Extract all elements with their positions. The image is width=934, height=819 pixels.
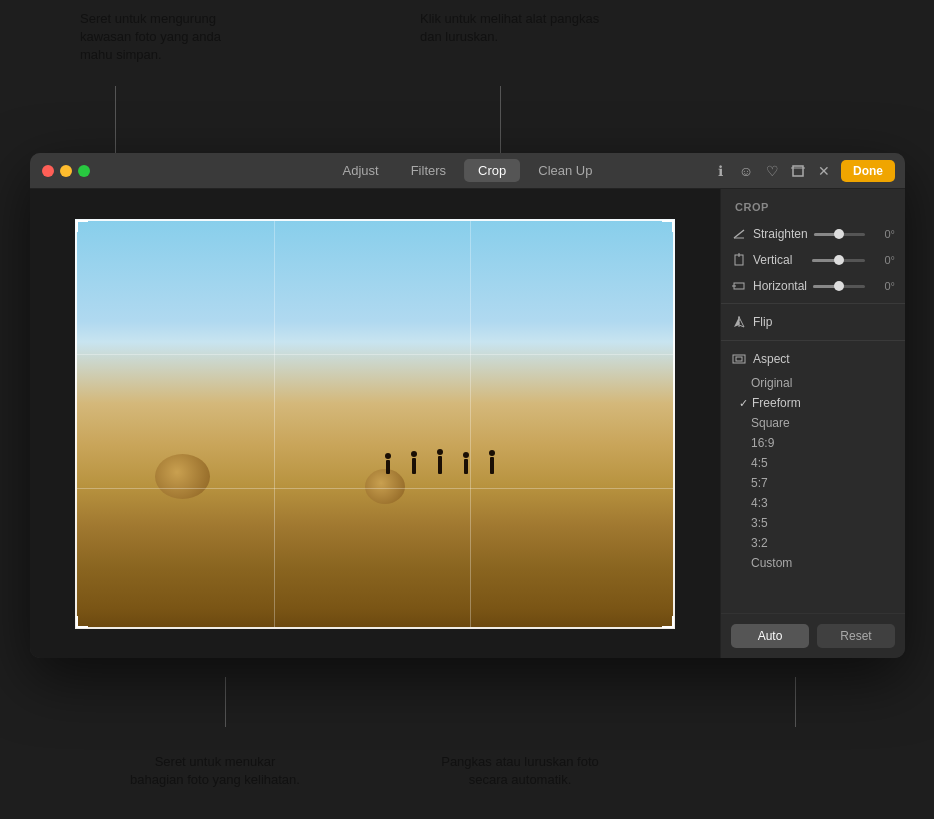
straighten-slider[interactable] xyxy=(814,233,865,236)
sidebar-title: CROP xyxy=(721,189,905,221)
figure-1 xyxy=(385,453,391,474)
svg-rect-11 xyxy=(733,355,745,363)
aspect-option-4-5[interactable]: 4:5 xyxy=(731,453,895,473)
minimize-button[interactable] xyxy=(60,165,72,177)
horizontal-slider[interactable] xyxy=(813,285,865,288)
annotation-line-bottom-left xyxy=(225,677,226,727)
aspect-option-3-5[interactable]: 3:5 xyxy=(731,513,895,533)
tab-filters[interactable]: Filters xyxy=(397,159,460,182)
flip-row[interactable]: Flip xyxy=(721,308,905,336)
app-window: Adjust Filters Crop Clean Up ℹ ☺ ♡ ✕ Don… xyxy=(30,153,905,658)
sidebar: CROP Straighten 0° xyxy=(720,189,905,658)
aspect-label: Aspect xyxy=(753,352,790,366)
horizontal-value: 0° xyxy=(871,280,895,292)
info-icon[interactable]: ℹ xyxy=(711,162,729,180)
photo-background xyxy=(75,219,675,629)
annotation-top-left: Seret untuk mengurung kawasan foto yang … xyxy=(80,10,250,65)
tab-crop[interactable]: Crop xyxy=(464,159,520,182)
aspect-option-3-2[interactable]: 3:2 xyxy=(731,533,895,553)
close-button[interactable] xyxy=(42,165,54,177)
annotation-bottom-left: Seret untuk menukar bahagian foto yang k… xyxy=(130,753,300,789)
done-button[interactable]: Done xyxy=(841,160,895,182)
vertical-icon xyxy=(731,252,747,268)
reset-button[interactable]: Reset xyxy=(817,624,895,648)
horizontal-icon xyxy=(731,278,747,294)
sidebar-footer: Auto Reset xyxy=(721,613,905,658)
vertical-slider[interactable] xyxy=(812,259,865,262)
aspect-option-original[interactable]: Original xyxy=(731,373,895,393)
toolbar-tabs: Adjust Filters Crop Clean Up xyxy=(329,159,607,182)
crop-icon[interactable] xyxy=(789,162,807,180)
aspect-option-square[interactable]: Square xyxy=(731,413,895,433)
auto-button[interactable]: Auto xyxy=(731,624,809,648)
svg-marker-8 xyxy=(734,317,739,327)
content-area: CROP Straighten 0° xyxy=(30,189,905,658)
traffic-lights xyxy=(30,165,90,177)
photo-container xyxy=(75,219,675,629)
aspect-option-4-3[interactable]: 4:3 xyxy=(731,493,895,513)
aspect-option-custom[interactable]: Custom xyxy=(731,553,895,573)
annotation-line-bottom-right xyxy=(795,677,796,727)
annotation-bottom-right: Pangkas atau luruskan foto secara automa… xyxy=(420,753,620,789)
figure-3 xyxy=(437,449,443,474)
figure-4 xyxy=(463,452,469,474)
aspect-icon xyxy=(731,351,747,367)
vertical-label: Vertical xyxy=(753,253,806,267)
checkmark-icon: ✓ xyxy=(739,397,748,410)
aspect-row[interactable]: Aspect xyxy=(721,345,905,373)
titlebar: Adjust Filters Crop Clean Up ℹ ☺ ♡ ✕ Don… xyxy=(30,153,905,189)
tab-adjust[interactable]: Adjust xyxy=(329,159,393,182)
svg-marker-9 xyxy=(739,317,744,327)
people-group xyxy=(385,449,495,474)
svg-rect-12 xyxy=(736,357,742,361)
maximize-button[interactable] xyxy=(78,165,90,177)
divider-2 xyxy=(721,340,905,341)
vertical-row[interactable]: Vertical 0° xyxy=(721,247,905,273)
aspect-options: Original ✓ Freeform Square 16:9 4:5 5:7 xyxy=(721,373,905,573)
straighten-icon xyxy=(731,226,747,242)
aspect-option-16-9[interactable]: 16:9 xyxy=(731,433,895,453)
vertical-value: 0° xyxy=(871,254,895,266)
share-icon[interactable]: ✕ xyxy=(815,162,833,180)
horizontal-label: Horizontal xyxy=(753,279,807,293)
divider-1 xyxy=(721,303,905,304)
annotation-top-right: Klik untuk melihat alat pangkas dan luru… xyxy=(420,10,600,46)
figure-5 xyxy=(489,450,495,474)
toolbar-right: ℹ ☺ ♡ ✕ Done xyxy=(711,160,895,182)
svg-line-2 xyxy=(734,230,744,238)
aspect-option-freeform[interactable]: ✓ Freeform xyxy=(731,393,895,413)
emoji-icon[interactable]: ☺ xyxy=(737,162,755,180)
flip-icon xyxy=(731,314,747,330)
figure-2 xyxy=(411,451,417,474)
horizontal-row[interactable]: Horizontal 0° xyxy=(721,273,905,299)
photo-area[interactable] xyxy=(30,189,720,658)
hay-bale-1 xyxy=(155,454,210,499)
aspect-option-5-7[interactable]: 5:7 xyxy=(731,473,895,493)
heart-icon[interactable]: ♡ xyxy=(763,162,781,180)
annotation-line-top-right xyxy=(500,86,501,161)
tab-cleanup[interactable]: Clean Up xyxy=(524,159,606,182)
straighten-label: Straighten xyxy=(753,227,808,241)
straighten-value: 0° xyxy=(871,228,895,240)
straighten-row[interactable]: Straighten 0° xyxy=(721,221,905,247)
flip-label: Flip xyxy=(753,315,772,329)
hay-bale-2 xyxy=(365,469,405,504)
